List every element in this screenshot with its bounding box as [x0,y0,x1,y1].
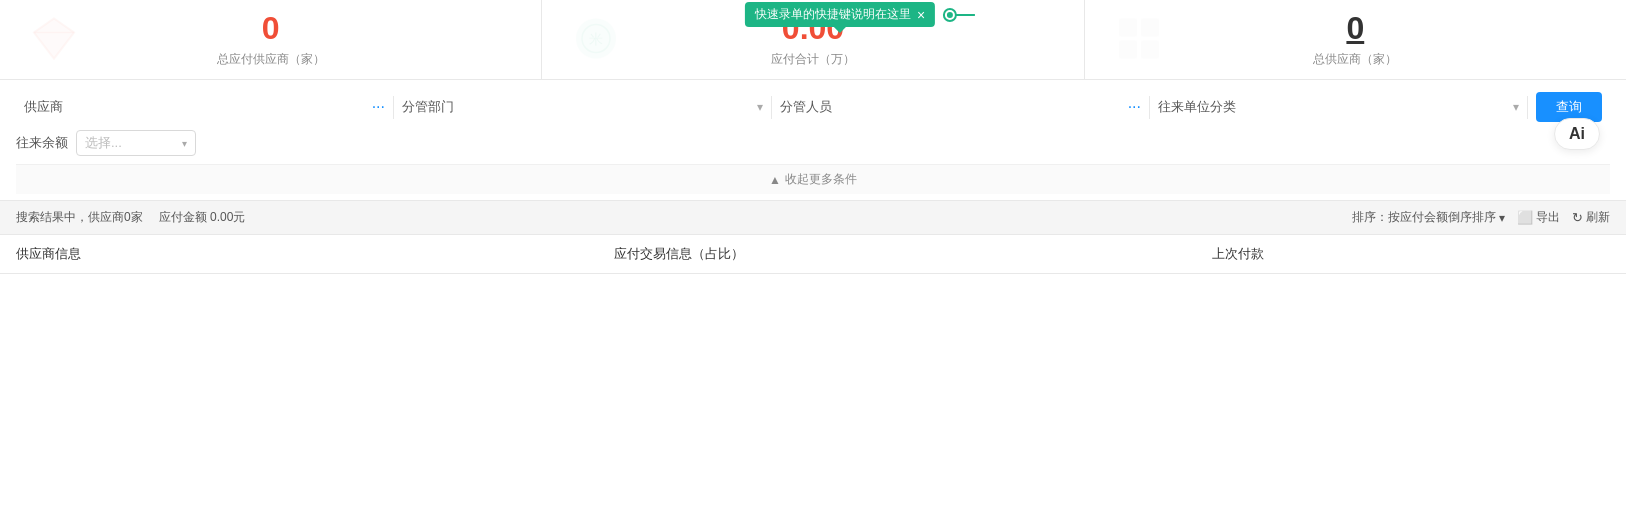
filter-supplier: 供应商 ··· [16,96,394,119]
filter-row-2: 往来余额 选择... ▾ [16,130,1610,156]
collapse-button[interactable]: ▲ 收起更多条件 [16,164,1610,194]
manager-dots[interactable]: ··· [1128,98,1141,116]
grid-icon [1115,14,1163,65]
results-info: 搜索结果中，供应商0家 应付金额 0.00元 [16,209,245,226]
diamond-icon [30,14,78,65]
manager-label: 分管人员 [780,98,832,116]
col-header-trade: 应付交易信息（占比） [614,245,1212,263]
export-button[interactable]: ⬜ 导出 [1517,209,1560,226]
tooltip-text: 快速录单的快捷键说明在这里 [755,6,911,23]
stat-payable-total: 米 快速录单的快捷键说明在这里 × 0.00 应付合计（万） [542,0,1084,79]
refresh-label: 刷新 [1586,209,1610,226]
tooltip-line [955,14,975,16]
ai-badge[interactable]: Ai [1554,118,1600,150]
col-header-supplier: 供应商信息 [16,245,614,263]
stats-bar: 0 总应付供应商（家） 米 快速录单的快捷键说明在这里 × 0.00 应付合计（… [0,0,1626,80]
collapse-icon: ▲ [769,173,781,187]
export-icon: ⬜ [1517,210,1533,225]
department-arrow[interactable]: ▾ [757,100,763,114]
supplier-count-label: 搜索结果中，供应商0家 [16,209,143,226]
amount-label: 应付金额 0.00元 [159,209,246,226]
export-label: 导出 [1536,209,1560,226]
department-label: 分管部门 [402,98,454,116]
filter-area: 供应商 ··· 分管部门 ▾ 分管人员 ··· 往来单位分类 ▾ 查询 往来余额 [0,80,1626,201]
svg-rect-6 [1141,40,1159,58]
svg-rect-4 [1141,18,1159,36]
department-input[interactable] [462,96,753,119]
tooltip-dot [945,10,955,20]
unit-category-label: 往来单位分类 [1158,98,1236,116]
stat-total-payable-suppliers: 0 总应付供应商（家） [0,0,542,79]
refresh-icon: ↻ [1572,210,1583,225]
supplier-input[interactable] [71,96,368,119]
unit-category-input[interactable] [1244,96,1509,119]
table-header: 供应商信息 应付交易信息（占比） 上次付款 [0,235,1626,274]
balance-select[interactable]: 选择... ▾ [76,130,196,156]
coin-icon: 米 [572,14,620,65]
sort-button[interactable]: 排序：按应付会额倒序排序 ▾ [1352,209,1505,226]
table-body [0,274,1626,515]
supplier-dots[interactable]: ··· [372,98,385,116]
filter-manager: 分管人员 ··· [772,96,1150,119]
balance-placeholder: 选择... [85,134,182,152]
stat-label-payable-total: 应付合计（万） [771,51,855,68]
sort-arrow: ▾ [1499,211,1505,225]
results-bar: 搜索结果中，供应商0家 应付金额 0.00元 排序：按应付会额倒序排序 ▾ ⬜ … [0,201,1626,235]
manager-input[interactable] [840,96,1124,119]
refresh-button[interactable]: ↻ 刷新 [1572,209,1610,226]
sort-label: 排序：按应付会额倒序排序 [1352,209,1496,226]
balance-arrow: ▾ [182,138,187,149]
col-header-payment: 上次付款 [1212,245,1611,263]
shortcut-tooltip: 快速录单的快捷键说明在这里 × [745,2,935,27]
supplier-label: 供应商 [24,98,63,116]
stat-total-suppliers: 0 总供应商（家） [1085,0,1626,79]
svg-rect-3 [1119,18,1137,36]
stat-number-payable-suppliers: 0 [262,11,280,46]
stat-label-payable-suppliers: 总应付供应商（家） [217,51,325,68]
svg-text:米: 米 [589,30,603,46]
filter-department: 分管部门 ▾ [394,96,772,119]
results-actions: 排序：按应付会额倒序排序 ▾ ⬜ 导出 ↻ 刷新 [1352,209,1610,226]
svg-rect-5 [1119,40,1137,58]
unit-category-arrow[interactable]: ▾ [1513,100,1519,114]
stat-number-total-suppliers: 0 [1346,11,1364,46]
filter-row-1: 供应商 ··· 分管部门 ▾ 分管人员 ··· 往来单位分类 ▾ 查询 [16,92,1610,122]
balance-label: 往来余额 [16,134,68,152]
filter-unit-category: 往来单位分类 ▾ [1150,96,1528,119]
tooltip-close-button[interactable]: × [917,8,925,22]
collapse-label: 收起更多条件 [785,171,857,188]
stat-label-total-suppliers: 总供应商（家） [1313,51,1397,68]
